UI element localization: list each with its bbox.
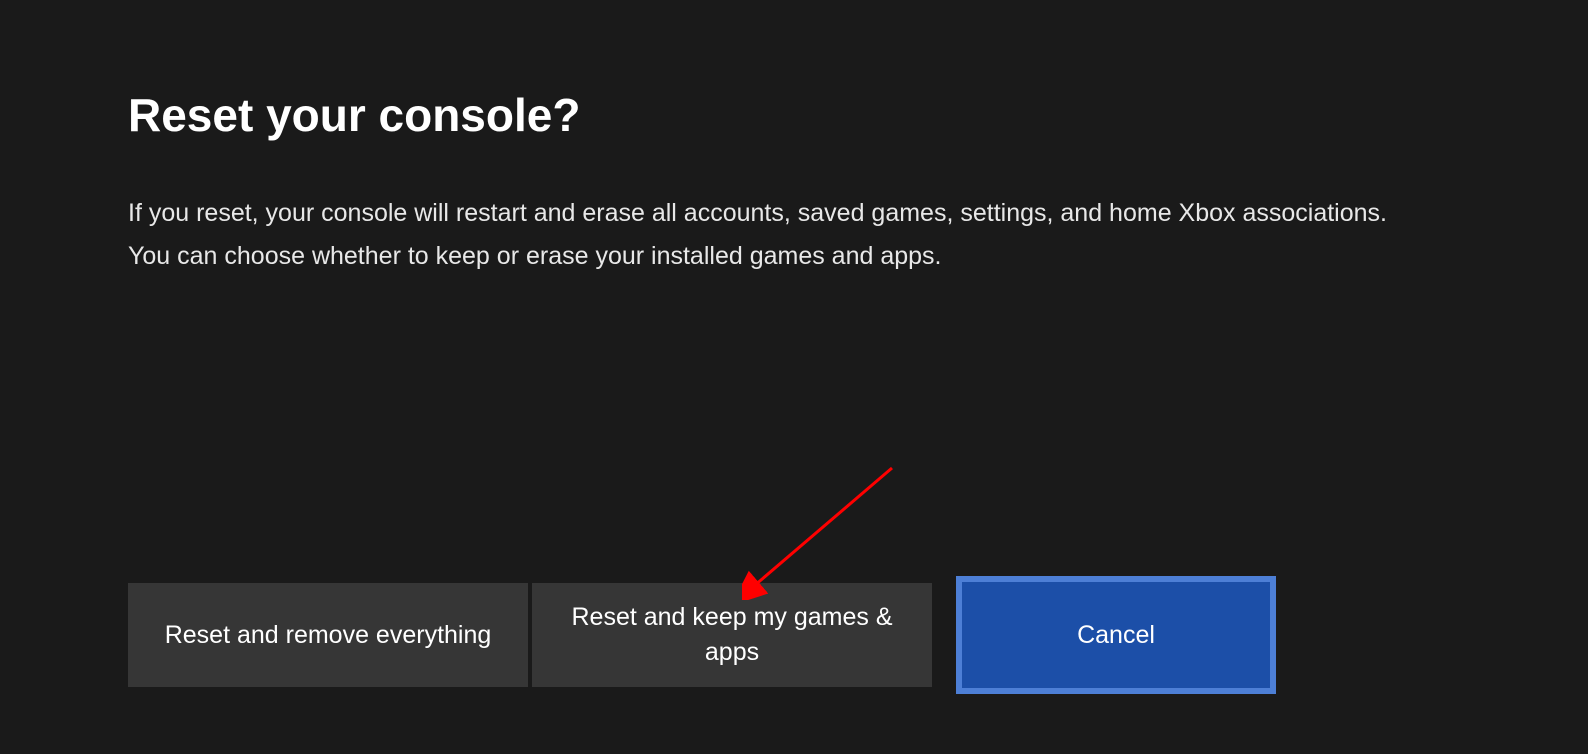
button-row: Reset and remove everything Reset and ke… <box>128 583 1280 694</box>
reset-remove-everything-button[interactable]: Reset and remove everything <box>128 583 528 687</box>
cancel-button[interactable]: Cancel <box>956 576 1276 694</box>
annotation-arrow-icon <box>742 460 902 600</box>
dialog-description: If you reset, your console will restart … <box>128 192 1428 277</box>
reset-keep-games-button[interactable]: Reset and keep my games & apps <box>532 583 932 687</box>
dialog-title: Reset your console? <box>128 88 1460 142</box>
